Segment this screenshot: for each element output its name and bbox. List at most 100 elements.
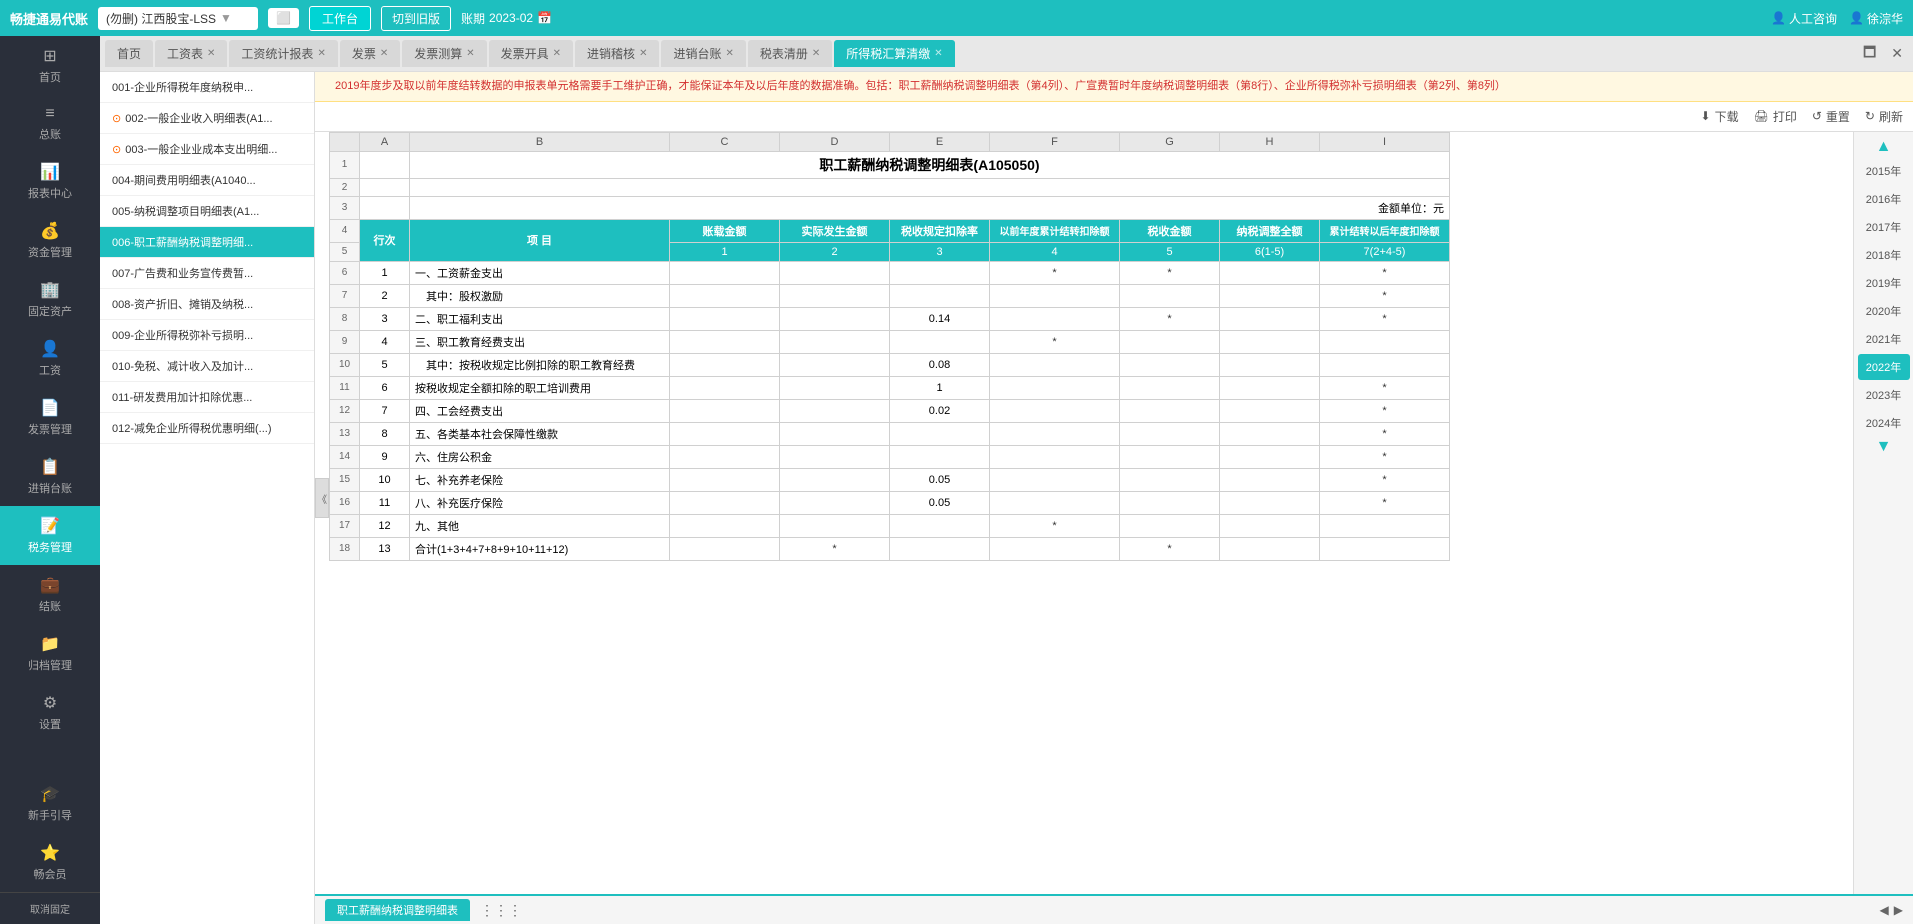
- tab-home[interactable]: 首页: [105, 40, 153, 67]
- print-button[interactable]: 🖨 打印: [1754, 108, 1797, 125]
- sidebar-item-settings[interactable]: ⚙ 设置: [0, 683, 100, 742]
- download-icon: ⬇: [1701, 109, 1711, 123]
- tab-close-icon[interactable]: ✕: [207, 48, 215, 59]
- download-button[interactable]: ⬇ 下载: [1701, 108, 1739, 125]
- scroll-right-icon[interactable]: ▶: [1894, 903, 1903, 917]
- vip-icon: ⭐: [40, 843, 60, 863]
- col-header-E: E: [890, 132, 990, 151]
- reset-icon: ↺: [1812, 109, 1822, 123]
- period-calendar-icon[interactable]: 📅: [537, 11, 552, 25]
- year-2022[interactable]: 2022年: [1858, 354, 1910, 380]
- year-2020[interactable]: 2020年: [1858, 298, 1910, 324]
- tab-purchase-check[interactable]: 进销稽核 ✕: [575, 40, 659, 67]
- sidebar-item-archive[interactable]: 📁 归档管理: [0, 624, 100, 683]
- col-header-C: C: [670, 132, 780, 151]
- scroll-left-icon[interactable]: ◀: [1880, 903, 1889, 917]
- tab-income-tax[interactable]: 所得税汇算清缴 ✕: [834, 40, 954, 67]
- left-panel-item-001[interactable]: 001-企业所得税年度纳税申...: [100, 72, 314, 103]
- left-panel-item-007[interactable]: 007-广告费和业务宣传费暂...: [100, 258, 314, 289]
- old-version-button[interactable]: 切到旧版: [381, 6, 451, 31]
- sidebar-item-label: 税务管理: [28, 539, 72, 555]
- tab-invoice-calc[interactable]: 发票测算 ✕: [402, 40, 486, 67]
- col-header-I: I: [1320, 132, 1450, 151]
- unpin-button[interactable]: 取消固定: [0, 892, 100, 924]
- sidebar-item-funds[interactable]: 💰 资金管理: [0, 211, 100, 270]
- tab-close-icon[interactable]: ✕: [317, 48, 325, 59]
- sidebar-item-close[interactable]: 💼 结账: [0, 565, 100, 624]
- tab-close-icon[interactable]: ✕: [934, 48, 942, 59]
- tab-salary[interactable]: 工资表 ✕: [155, 40, 227, 67]
- row-num: 10: [330, 353, 360, 376]
- error-icon: ⊙: [112, 143, 121, 156]
- left-panel-item-006[interactable]: 006-职工薪酬纳税调整明细...: [100, 227, 314, 258]
- tab-close-icon[interactable]: ✕: [553, 48, 561, 59]
- table-row: 7 2 其中：股权激励 *: [330, 284, 1450, 307]
- sidebar-item-reports[interactable]: 📊 报表中心: [0, 152, 100, 211]
- table-row: 6 1 一、工资薪金支出 * *: [330, 261, 1450, 284]
- sidebar-item-vip[interactable]: ⭐ 畅会员: [0, 833, 100, 892]
- sidebar-item-ledger[interactable]: ≡ 总账: [0, 95, 100, 152]
- bottom-bar: 职工薪酬纳税调整明细表 ⋮⋮⋮ ◀ ▶: [315, 894, 1913, 924]
- tab-close-all-button[interactable]: ✕: [1886, 40, 1908, 68]
- year-2015[interactable]: 2015年: [1858, 158, 1910, 184]
- tab-close-icon[interactable]: ✕: [639, 48, 647, 59]
- sidebar-item-home[interactable]: ⊞ 首页: [0, 36, 100, 95]
- left-panel-item-003[interactable]: ⊙ 003-一般企业业成本支出明细...: [100, 134, 314, 165]
- col-header-F: F: [990, 132, 1120, 151]
- table-row: 9 4 三、职工教育经费支出 *: [330, 330, 1450, 353]
- left-panel-item-012[interactable]: 012-减免企业所得税优惠明细(...): [100, 413, 314, 444]
- row-num: 12: [330, 399, 360, 422]
- sidebar-item-guide[interactable]: 🎓 新手引导: [0, 774, 100, 833]
- table-row: 1 职工薪酬纳税调整明细表(A105050): [330, 151, 1450, 178]
- company-selector[interactable]: (勿删) 江西股宝-LSS ▼: [98, 7, 258, 30]
- user-menu[interactable]: 👤 徐淙华: [1849, 10, 1903, 27]
- tab-close-icon[interactable]: ✕: [812, 48, 820, 59]
- year-2019[interactable]: 2019年: [1858, 270, 1910, 296]
- reset-button[interactable]: ↺ 重置: [1812, 108, 1850, 125]
- left-panel-item-008[interactable]: 008-资产折旧、摊销及纳税...: [100, 289, 314, 320]
- refresh-button[interactable]: ↻ 刷新: [1865, 108, 1903, 125]
- left-panel-item-010[interactable]: 010-免税、减计收入及加计...: [100, 351, 314, 382]
- left-panel-item-002[interactable]: ⊙ 002-一般企业收入明细表(A1...: [100, 103, 314, 134]
- year-2023[interactable]: 2023年: [1858, 382, 1910, 408]
- tab-invoice-issue[interactable]: 发票开具 ✕: [489, 40, 573, 67]
- support-button[interactable]: 👤 人工咨询: [1771, 10, 1837, 27]
- tab-close-icon[interactable]: ✕: [380, 48, 388, 59]
- sidebar-item-purchase[interactable]: 📋 进销台账: [0, 447, 100, 506]
- year-nav-up[interactable]: ▲: [1869, 137, 1899, 157]
- year-2018[interactable]: 2018年: [1858, 242, 1910, 268]
- sidebar-item-salary[interactable]: 👤 工资: [0, 329, 100, 388]
- app-logo: 畅捷通易代账: [10, 9, 88, 28]
- sidebar-item-invoice[interactable]: 📄 发票管理: [0, 388, 100, 447]
- year-2024[interactable]: 2024年: [1858, 410, 1910, 436]
- tab-close-icon[interactable]: ✕: [466, 48, 474, 59]
- work-area: 001-企业所得税年度纳税申... ⊙ 002-一般企业收入明细表(A1... …: [100, 72, 1913, 924]
- header-seq: 行次: [360, 219, 410, 261]
- col-header-G: G: [1120, 132, 1220, 151]
- year-2017[interactable]: 2017年: [1858, 214, 1910, 240]
- tab-salary-stats[interactable]: 工资统计报表 ✕: [229, 40, 337, 67]
- sidebar-item-assets[interactable]: 🏢 固定资产: [0, 270, 100, 329]
- workspace-button[interactable]: 工作台: [309, 6, 371, 31]
- header-G: 税收金额: [1120, 219, 1220, 242]
- left-panel-item-009[interactable]: 009-企业所得税弥补亏损明...: [100, 320, 314, 351]
- left-panel-item-011[interactable]: 011-研发费用加计扣除优惠...: [100, 382, 314, 413]
- sheet-options-icon[interactable]: ⋮⋮⋮: [480, 902, 522, 919]
- tab-tax-table[interactable]: 税表清册 ✕: [748, 40, 832, 67]
- year-nav-down[interactable]: ▼: [1869, 437, 1899, 457]
- sheet-tab[interactable]: 职工薪酬纳税调整明细表: [325, 899, 470, 921]
- salary-icon: 👤: [40, 339, 60, 359]
- left-panel-item-004[interactable]: 004-期间费用明细表(A1040...: [100, 165, 314, 196]
- copy-button[interactable]: ⬜: [268, 8, 299, 28]
- collapse-panel-button[interactable]: 《: [315, 478, 329, 518]
- year-2016[interactable]: 2016年: [1858, 186, 1910, 212]
- tab-invoice[interactable]: 发票 ✕: [340, 40, 400, 67]
- row-num: 1: [330, 151, 360, 178]
- sidebar-item-tax[interactable]: 📝 税务管理: [0, 506, 100, 565]
- year-2021[interactable]: 2021年: [1858, 326, 1910, 352]
- tab-close-icon[interactable]: ✕: [725, 48, 733, 59]
- tab-purchase-ledger[interactable]: 进销台账 ✕: [661, 40, 745, 67]
- table-container[interactable]: A B C D E F G H I: [315, 132, 1853, 895]
- tab-restore-button[interactable]: 🗖: [1858, 40, 1881, 68]
- left-panel-item-005[interactable]: 005-纳税调整项目明细表(A1...: [100, 196, 314, 227]
